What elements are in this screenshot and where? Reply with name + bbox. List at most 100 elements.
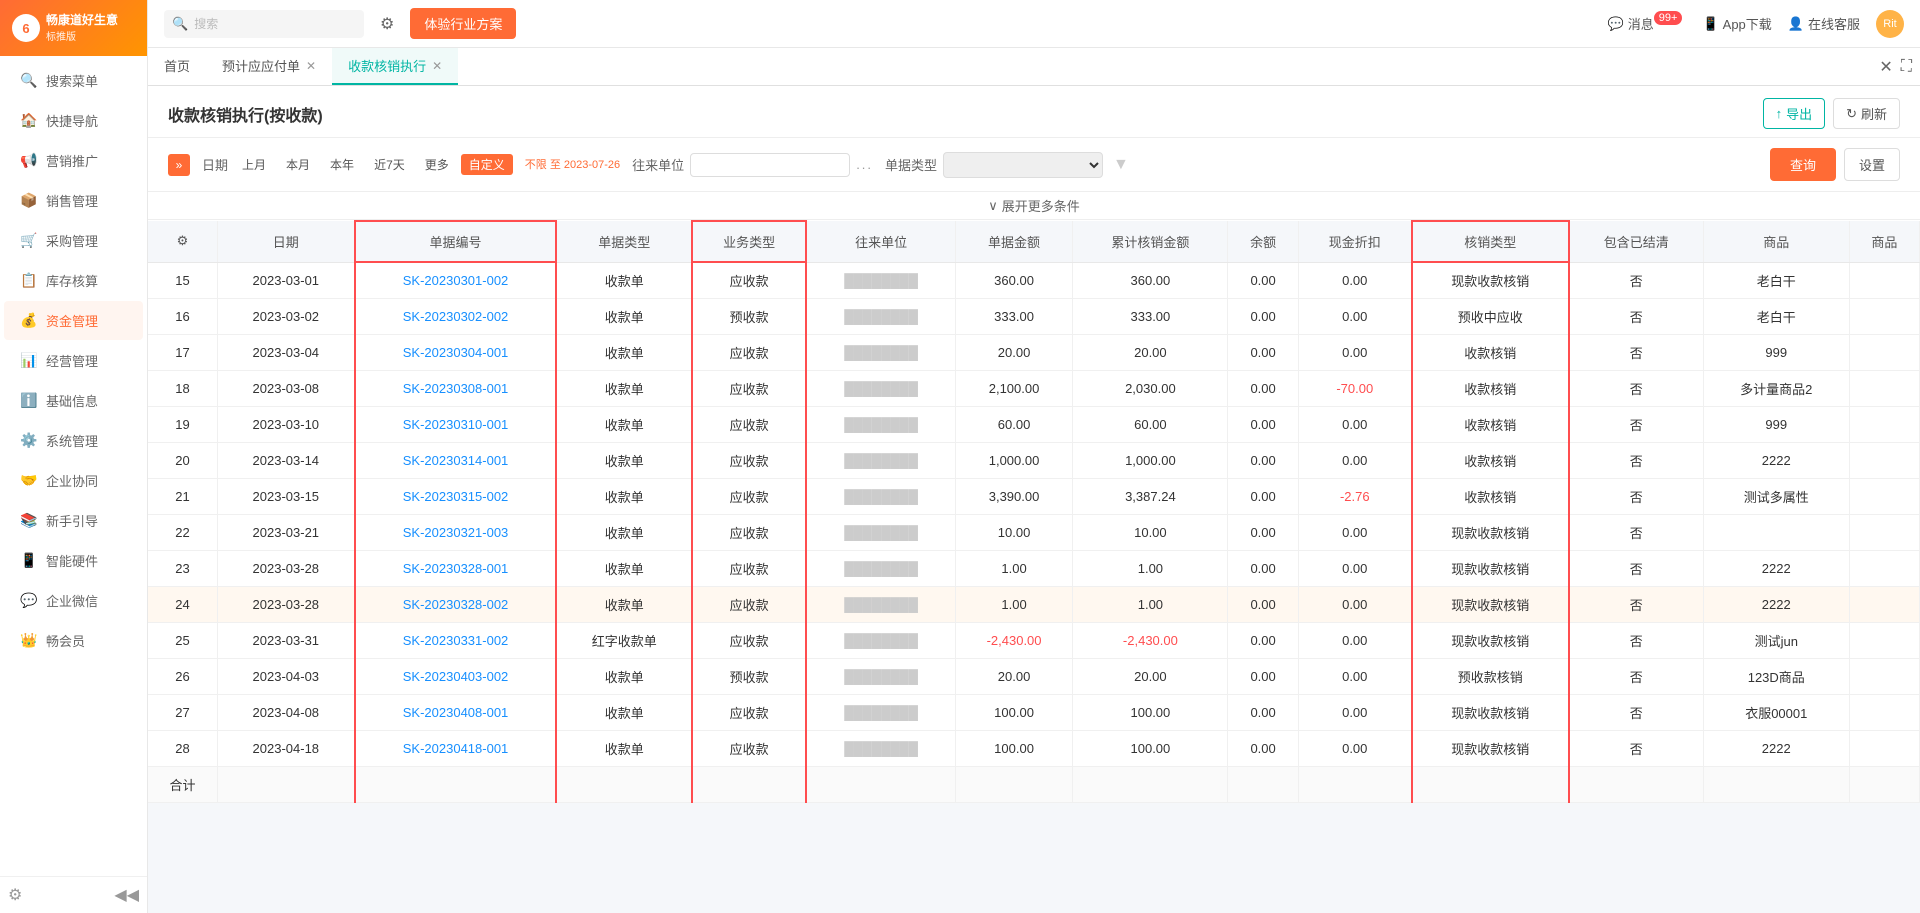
td-biz-type: 应收款 xyxy=(692,623,806,659)
th-receipt-type[interactable]: 单据类型 xyxy=(556,221,692,262)
maximize-icon[interactable]: ⛶ xyxy=(1901,58,1912,76)
order-no-link[interactable]: SK-20230310-001 xyxy=(403,417,509,432)
sidebar-footer: ⚙ ◀◀ xyxy=(0,876,147,913)
order-no-link[interactable]: SK-20230315-002 xyxy=(403,489,509,504)
td-biz-type: 应收款 xyxy=(692,371,806,407)
td-amount: 10.00 xyxy=(955,515,1073,551)
td-date: 2023-03-28 xyxy=(217,551,354,587)
receipt-type-filter-group: 单据类型 ▼ xyxy=(885,152,1129,178)
expand-more-button[interactable]: ∨ 展开更多条件 xyxy=(148,192,1920,219)
th-settings[interactable]: ⚙ xyxy=(148,221,217,262)
sidebar-item-biz-mgmt[interactable]: 📊经营管理 xyxy=(4,341,143,380)
partner-input[interactable] xyxy=(690,153,850,177)
filter-toggle-button[interactable]: » xyxy=(168,154,190,176)
td-cash-discount: 0.00 xyxy=(1298,695,1412,731)
sidebar-item-search-menu[interactable]: 🔍搜索菜单 xyxy=(4,61,143,100)
th-product2[interactable]: 商品 xyxy=(1849,221,1919,262)
order-no-link[interactable]: SK-20230328-001 xyxy=(403,561,509,576)
order-no-link[interactable]: SK-20230403-002 xyxy=(403,669,509,684)
th-amount[interactable]: 单据金额 xyxy=(955,221,1073,262)
td-cash-discount: 0.00 xyxy=(1298,551,1412,587)
sidebar-item-purchase-mgmt[interactable]: 🛒采购管理 xyxy=(4,221,143,260)
td-include-settled: 否 xyxy=(1569,262,1704,299)
tab-verify[interactable]: 收款核销执行 ✕ xyxy=(332,48,458,85)
th-order-no[interactable]: 单据编号 xyxy=(355,221,557,262)
sidebar-item-fund-mgmt[interactable]: 💰 资金管理 xyxy=(4,301,143,340)
order-no-link[interactable]: SK-20230321-003 xyxy=(403,525,509,540)
th-balance[interactable]: 余额 xyxy=(1228,221,1298,262)
order-no-link[interactable]: SK-20230314-001 xyxy=(403,453,509,468)
sidebar-item-enterprise-wechat[interactable]: 💬企业微信 xyxy=(4,581,143,620)
td-verify-type: 现款收款核销 xyxy=(1412,695,1569,731)
tab-verify-label: 收款核销执行 xyxy=(348,56,426,75)
order-no-link[interactable]: SK-20230331-002 xyxy=(403,633,509,648)
td-verify-type: 现款收款核销 xyxy=(1412,515,1569,551)
date-btn-this-year[interactable]: 本年 xyxy=(322,154,362,175)
sidebar-item-basic-info[interactable]: ℹ️基础信息 xyxy=(4,381,143,420)
user-avatar[interactable]: Rit xyxy=(1876,10,1904,38)
td-order-no: SK-20230418-001 xyxy=(355,731,557,767)
td-partner: ████████ xyxy=(806,731,955,767)
tab-verify-close[interactable]: ✕ xyxy=(432,59,442,73)
search-bar[interactable]: 🔍 搜索 xyxy=(164,10,364,38)
date-btn-7days[interactable]: 近7天 xyxy=(366,154,413,175)
query-button[interactable]: 查询 xyxy=(1770,148,1836,181)
sidebar-item-quick-nav[interactable]: 🏠快捷导航 xyxy=(4,101,143,140)
th-verify-type[interactable]: 核销类型 xyxy=(1412,221,1569,262)
online-service-item[interactable]: 👤 在线客服 xyxy=(1788,14,1860,33)
refresh-button[interactable]: ↻ 刷新 xyxy=(1833,98,1900,129)
sidebar-item-enterprise-collab[interactable]: 🤝企业协同 xyxy=(4,461,143,500)
td-partner: ████████ xyxy=(806,551,955,587)
sidebar-item-smart-hardware[interactable]: 📱智能硬件 xyxy=(4,541,143,580)
order-no-link[interactable]: SK-20230328-002 xyxy=(403,597,509,612)
order-no-link[interactable]: SK-20230408-001 xyxy=(403,705,509,720)
gear-icon[interactable]: ⚙ xyxy=(380,14,394,34)
tab-prepay[interactable]: 预计应应付单 ✕ xyxy=(206,48,332,85)
order-no-link[interactable]: SK-20230304-001 xyxy=(403,345,509,360)
order-no-link[interactable]: SK-20230418-001 xyxy=(403,741,509,756)
date-btn-more[interactable]: 更多 xyxy=(417,154,457,175)
tab-home[interactable]: 首页 xyxy=(148,48,206,85)
receipt-type-select[interactable] xyxy=(943,152,1103,178)
chevron-down-icon: ∨ xyxy=(988,198,998,214)
th-date[interactable]: 日期 xyxy=(217,221,354,262)
export-button[interactable]: ↑ 导出 xyxy=(1763,98,1826,129)
sidebar-item-inventory[interactable]: 📋库存核算 xyxy=(4,261,143,300)
sidebar-item-beginner-guide[interactable]: 📚新手引导 xyxy=(4,501,143,540)
th-product[interactable]: 商品 xyxy=(1703,221,1849,262)
th-partner[interactable]: 往来单位 xyxy=(806,221,955,262)
td-include-settled: 否 xyxy=(1569,371,1704,407)
th-biz-type[interactable]: 业务类型 xyxy=(692,221,806,262)
app-label: App下载 xyxy=(1723,14,1772,33)
sidebar-item-marketing[interactable]: 📢营销推广 xyxy=(4,141,143,180)
sidebar-icon-basic-info: ℹ️ xyxy=(20,392,38,409)
sidebar-item-sys-mgmt[interactable]: ⚙️系统管理 xyxy=(4,421,143,460)
th-include-settled[interactable]: 包含已结清 xyxy=(1569,221,1704,262)
sidebar-icon-fund-mgmt: 💰 xyxy=(20,312,38,329)
td-balance: 0.00 xyxy=(1228,623,1298,659)
td-include-settled: 否 xyxy=(1569,695,1704,731)
date-btn-this-month[interactable]: 本月 xyxy=(278,154,318,175)
close-all-icon[interactable]: ✕ xyxy=(1879,57,1892,77)
message-item[interactable]: 💬 消息 99+ xyxy=(1608,14,1687,33)
td-include-settled xyxy=(1569,767,1704,803)
td-receipt-type: 收款单 xyxy=(556,551,692,587)
order-no-link[interactable]: SK-20230308-001 xyxy=(403,381,509,396)
date-btn-custom[interactable]: 自定义 xyxy=(461,154,513,175)
sidebar-item-sales-mgmt[interactable]: 📦销售管理 xyxy=(4,181,143,220)
tab-prepay-close[interactable]: ✕ xyxy=(306,59,316,73)
settings-button[interactable]: 设置 xyxy=(1844,148,1900,181)
sidebar-label-fund-mgmt: 资金管理 xyxy=(46,311,98,330)
industry-solution-button[interactable]: 体验行业方案 xyxy=(410,8,516,39)
th-cumulative[interactable]: 累计核销金额 xyxy=(1073,221,1228,262)
app-download-item[interactable]: 📱 App下载 xyxy=(1702,14,1771,33)
table-row: 19 2023-03-10 SK-20230310-001 收款单 应收款 ██… xyxy=(148,407,1920,443)
settings-icon[interactable]: ⚙ xyxy=(8,885,22,905)
sidebar-icon-marketing: 📢 xyxy=(20,152,38,169)
order-no-link[interactable]: SK-20230302-002 xyxy=(403,309,509,324)
date-btn-last-month[interactable]: 上月 xyxy=(234,154,274,175)
order-no-link[interactable]: SK-20230301-002 xyxy=(403,273,509,288)
th-cash-discount[interactable]: 现金折扣 xyxy=(1298,221,1412,262)
sidebar-item-members[interactable]: 👑畅会员 xyxy=(4,621,143,660)
collapse-icon[interactable]: ◀◀ xyxy=(114,885,139,905)
